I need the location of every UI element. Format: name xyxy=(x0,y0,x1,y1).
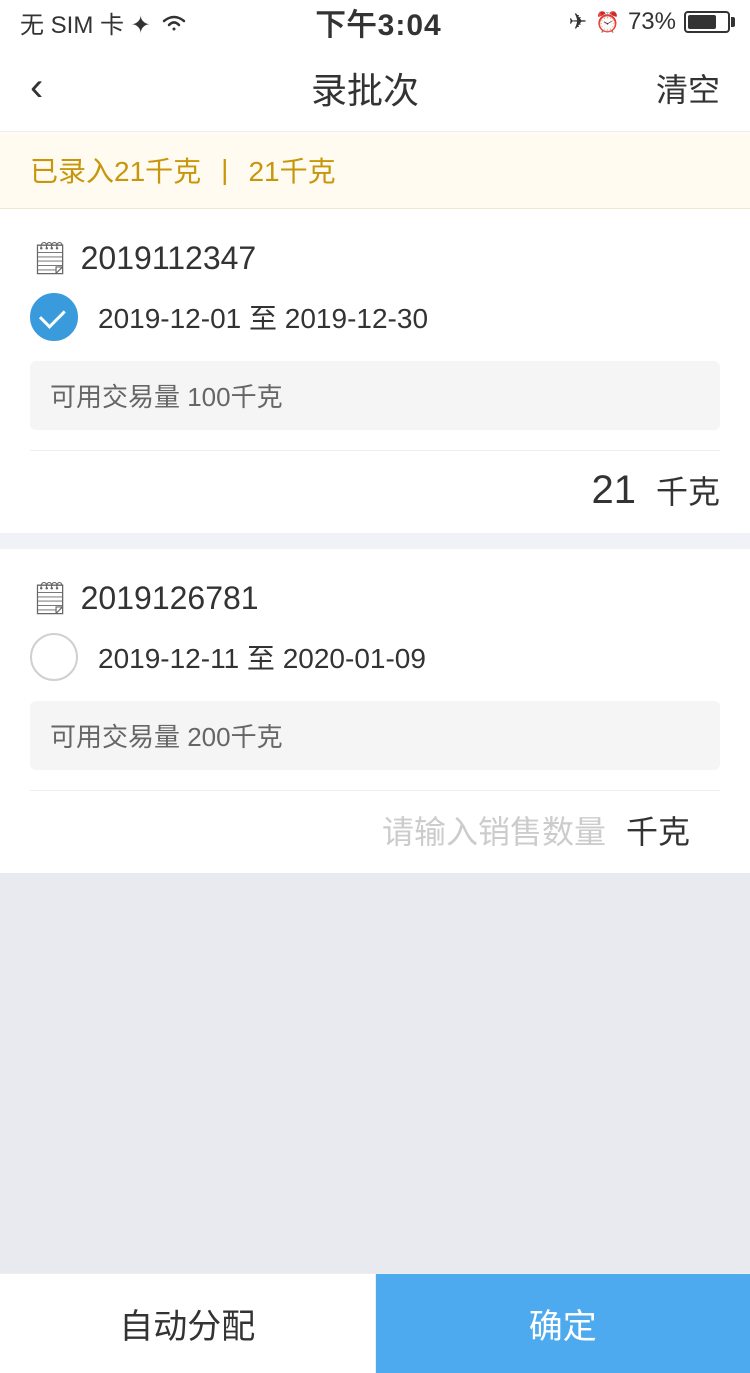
status-bar: 无 SIM 卡 ✦ 下午3:04 ✈ ⏰ 73% xyxy=(0,0,750,44)
auto-distribute-button[interactable]: 自动分配 xyxy=(0,1274,376,1373)
batch-id-1: 2019112347 xyxy=(81,240,257,277)
batch-date-row-1[interactable]: 2019-12-01 至 2019-12-30 xyxy=(30,293,720,341)
main-content: 🗒 2019112347 2019-12-01 至 2019-12-30 可用交… xyxy=(0,209,750,1273)
batch-icon-1: 🗒 xyxy=(30,239,71,277)
summary-recorded: 已录入21千克 xyxy=(30,150,201,190)
batch-icon-2: 🗒 xyxy=(30,579,71,617)
batch-date-2: 2019-12-11 至 2020-01-09 xyxy=(98,637,426,677)
bottom-bar: 自动分配 确定 xyxy=(0,1273,750,1373)
batch-item-2: 🗒 2019126781 2019-12-11 至 2020-01-09 可用交… xyxy=(0,549,750,873)
battery-percent: 73% xyxy=(628,8,676,36)
batch-id-row-1: 🗒 2019112347 xyxy=(30,239,720,277)
status-bar-time: 下午3:04 xyxy=(316,0,442,44)
batch-amount-unit-1: 千克 xyxy=(656,467,720,513)
confirm-button[interactable]: 确定 xyxy=(376,1274,750,1373)
batch-id-row-2: 🗒 2019126781 xyxy=(30,579,720,617)
input-unit: 千克 xyxy=(626,807,690,853)
summary-amount: 21千克 xyxy=(248,150,335,190)
page-title: 录批次 xyxy=(90,62,640,114)
batch-date-row-2[interactable]: 2019-12-11 至 2020-01-09 xyxy=(30,633,720,681)
summary-bar: 已录入21千克 | 21千克 xyxy=(0,132,750,209)
clear-button[interactable]: 清空 xyxy=(640,65,720,111)
radio-button-1[interactable] xyxy=(30,293,78,341)
section-divider-1 xyxy=(0,533,750,549)
sim-status: 无 SIM 卡 ✦ xyxy=(20,5,151,40)
alarm-icon: ⏰ xyxy=(595,10,620,35)
status-bar-right: ✈ ⏰ 73% xyxy=(569,8,730,36)
batch-date-1: 2019-12-01 至 2019-12-30 xyxy=(98,297,428,337)
input-amount-row: 千克 xyxy=(30,790,720,873)
batch-amount-value-1: 21 xyxy=(591,468,636,513)
battery-icon xyxy=(684,11,730,33)
summary-divider: | xyxy=(221,154,228,186)
wifi-icon xyxy=(159,11,189,33)
quantity-input[interactable] xyxy=(60,814,606,851)
empty-area xyxy=(0,873,750,1273)
back-button[interactable]: ‹ xyxy=(30,65,90,110)
location-icon: ✈ xyxy=(569,9,587,35)
batch-amount-row-1: 21 千克 xyxy=(30,450,720,533)
batch-item-1: 🗒 2019112347 2019-12-01 至 2019-12-30 可用交… xyxy=(0,209,750,533)
batch-avail-2: 可用交易量 200千克 xyxy=(30,701,720,770)
status-bar-left: 无 SIM 卡 ✦ xyxy=(20,5,189,40)
nav-bar: ‹ 录批次 清空 xyxy=(0,44,750,132)
radio-button-2[interactable] xyxy=(30,633,78,681)
batch-avail-1: 可用交易量 100千克 xyxy=(30,361,720,430)
battery-fill xyxy=(688,15,716,29)
batch-id-2: 2019126781 xyxy=(81,580,259,617)
